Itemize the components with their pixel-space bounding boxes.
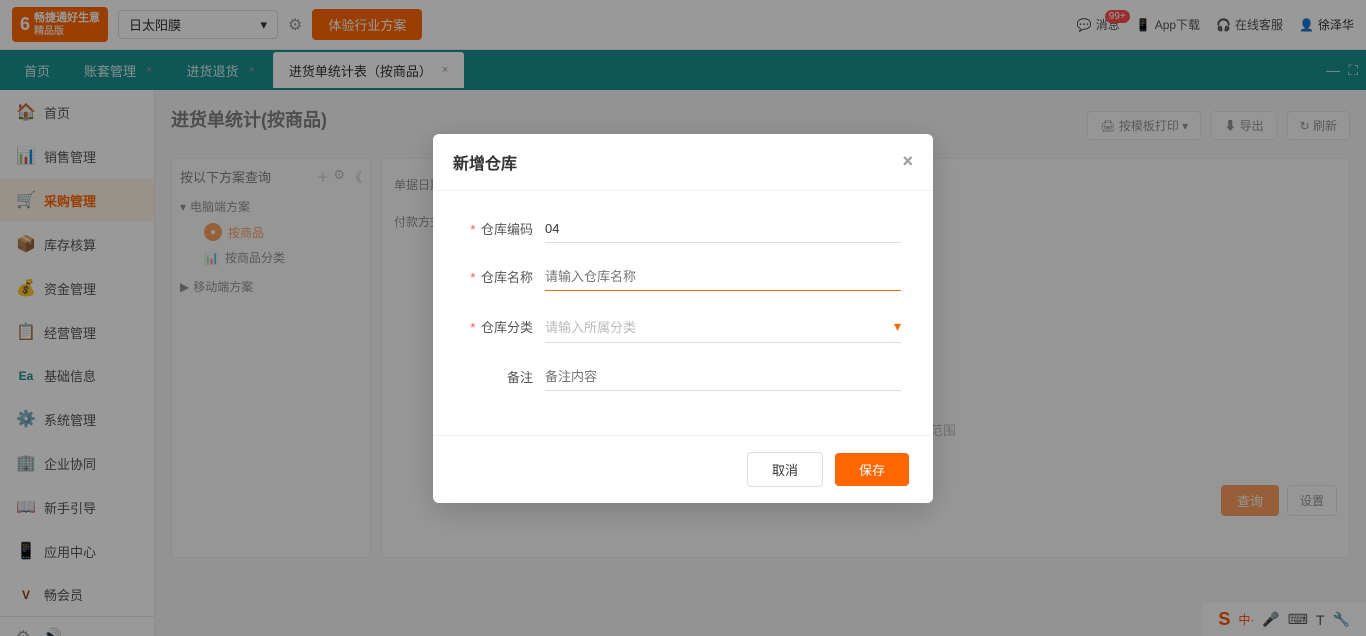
warehouse-remark-row: 备注 xyxy=(465,363,901,391)
modal-overlay: 新增仓库 × * 仓库编码 * 仓库名称 xyxy=(0,0,1366,636)
warehouse-code-row: * 仓库编码 xyxy=(465,215,901,243)
warehouse-category-row: * 仓库分类 请输入所属分类 ▾ xyxy=(465,311,901,343)
new-warehouse-modal: 新增仓库 × * 仓库编码 * 仓库名称 xyxy=(433,134,933,503)
modal-header: 新增仓库 × xyxy=(433,134,933,191)
modal-title: 新增仓库 xyxy=(453,150,517,174)
warehouse-remark-input[interactable] xyxy=(545,363,901,391)
warehouse-category-select[interactable]: 请输入所属分类 ▾ xyxy=(545,311,901,343)
modal-body: * 仓库编码 * 仓库名称 * 仓库分类 请输入 xyxy=(433,191,933,435)
modal-footer: 取消 保存 xyxy=(433,435,933,503)
save-button[interactable]: 保存 xyxy=(835,453,909,486)
warehouse-remark-label: 备注 xyxy=(465,367,545,386)
warehouse-code-label: * 仓库编码 xyxy=(465,219,545,238)
warehouse-category-label: * 仓库分类 xyxy=(465,317,545,336)
warehouse-name-input[interactable] xyxy=(545,263,901,291)
required-star: * xyxy=(470,270,475,285)
modal-close-button[interactable]: × xyxy=(902,151,913,172)
warehouse-code-input[interactable] xyxy=(545,215,901,243)
required-star: * xyxy=(470,320,475,335)
required-star: * xyxy=(470,222,475,237)
warehouse-name-label: * 仓库名称 xyxy=(465,267,545,286)
cancel-button[interactable]: 取消 xyxy=(747,452,823,487)
warehouse-name-row: * 仓库名称 xyxy=(465,263,901,291)
select-arrow-icon: ▾ xyxy=(894,318,901,335)
